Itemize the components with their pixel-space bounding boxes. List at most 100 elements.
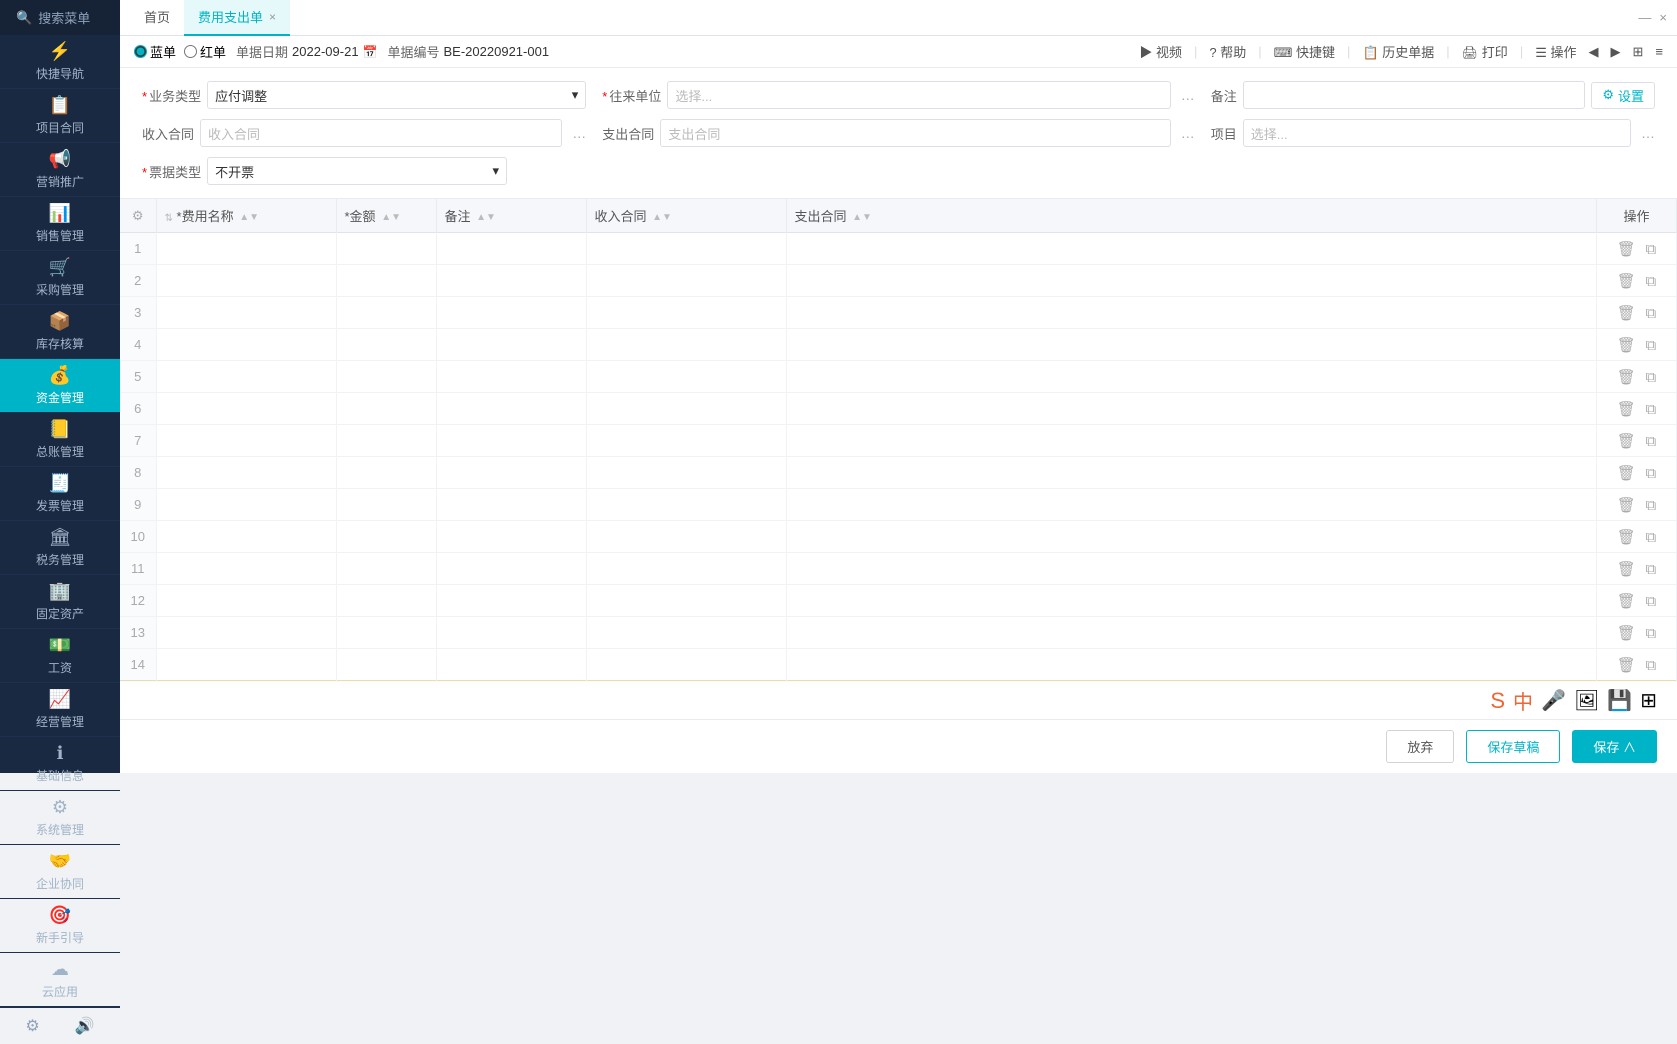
copy-row-button[interactable]: ⧉ (1642, 593, 1659, 610)
sidebar-item-purchase[interactable]: 🛒 采购管理 (0, 251, 120, 305)
delete-row-button[interactable]: 🗑 (1614, 560, 1639, 578)
save-icon2[interactable]: 💾 (1607, 688, 1632, 713)
amount-cell[interactable] (336, 233, 436, 265)
remark-cell[interactable] (436, 649, 586, 681)
save-draft-button[interactable]: 保存草稿 (1466, 730, 1560, 763)
expense-name-cell[interactable] (156, 297, 336, 329)
income-contract-cell[interactable] (586, 649, 786, 681)
sort-income-icon[interactable]: ▲▼ (652, 214, 672, 221)
delete-row-button[interactable]: 🗑 (1614, 496, 1639, 514)
video-btn[interactable]: ▶ 视频 (1139, 42, 1182, 61)
col-expense-name[interactable]: ⇅ *费用名称 ▲▼ (156, 199, 336, 233)
sidebar-item-new-guide[interactable]: 🎯 新手引导 (0, 899, 120, 953)
amount-cell[interactable] (336, 649, 436, 681)
project-more-btn[interactable]: … (1641, 125, 1655, 141)
income-contract-cell[interactable] (586, 265, 786, 297)
remark-cell[interactable] (436, 457, 586, 489)
amount-cell[interactable] (336, 393, 436, 425)
counterpart-select[interactable]: 选择... (667, 81, 1170, 109)
amount-cell[interactable] (336, 489, 436, 521)
print-btn[interactable]: 🖨 打印 (1462, 42, 1508, 61)
delete-row-button[interactable]: 🗑 (1614, 272, 1639, 290)
expense-name-cell[interactable] (156, 457, 336, 489)
delete-row-button[interactable]: 🗑 (1614, 368, 1639, 386)
sort-remark-icon[interactable]: ▲▼ (476, 214, 496, 221)
radio-blue-input[interactable] (134, 45, 147, 58)
expense-contract-cell[interactable] (786, 297, 1597, 329)
remark-cell[interactable] (436, 489, 586, 521)
remark-cell[interactable] (436, 617, 586, 649)
delete-row-button[interactable]: 🗑 (1614, 304, 1639, 322)
tab-expense[interactable]: 费用支出单 × (184, 0, 290, 36)
expense-name-cell[interactable] (156, 425, 336, 457)
expense-contract-cell[interactable] (786, 361, 1597, 393)
shortcut-btn[interactable]: ⌨ 快捷键 (1274, 42, 1335, 61)
volume-icon[interactable]: 🔊 (75, 1016, 95, 1036)
delete-row-button[interactable]: 🗑 (1614, 656, 1639, 674)
radio-red[interactable]: 红单 (184, 42, 226, 61)
sidebar-item-project-contract[interactable]: 📋 项目合同 (0, 89, 120, 143)
remark-cell[interactable] (436, 233, 586, 265)
income-contract-cell[interactable] (586, 329, 786, 361)
sort-expense-contract-icon[interactable]: ▲▼ (852, 214, 872, 221)
image-icon[interactable]: 🖼 (1574, 688, 1599, 713)
nav-right-icon[interactable]: ▶ (1611, 44, 1621, 60)
settings-icon[interactable]: ⚙ (25, 1016, 39, 1036)
copy-row-button[interactable]: ⧉ (1642, 465, 1659, 482)
expense-name-cell[interactable] (156, 361, 336, 393)
delete-row-button[interactable]: 🗑 (1614, 400, 1639, 418)
delete-row-button[interactable]: 🗑 (1614, 464, 1639, 482)
expense-contract-cell[interactable] (786, 617, 1597, 649)
table-wrapper[interactable]: ⚙ ⇅ *费用名称 ▲▼ *金额 ▲▼ 备注 ▲ (120, 199, 1677, 682)
collapse-icon[interactable]: ≡ (1655, 44, 1663, 59)
amount-cell[interactable] (336, 457, 436, 489)
sidebar-search[interactable]: 🔍 搜索菜单 (0, 0, 120, 35)
sidebar-item-basic-info[interactable]: ℹ 基础信息 (0, 737, 120, 791)
amount-cell[interactable] (336, 553, 436, 585)
sidebar-item-enterprise[interactable]: 🤝 企业协同 (0, 845, 120, 899)
delete-row-button[interactable]: 🗑 (1614, 624, 1639, 642)
radio-blue[interactable]: 蓝单 (134, 42, 176, 61)
sort-amount-icon[interactable]: ▲▼ (381, 214, 401, 221)
sidebar-item-cloud-app[interactable]: ☁ 云应用 (0, 953, 120, 1007)
sidebar-item-tax[interactable]: 🏛 税务管理 (0, 521, 120, 575)
sidebar-item-marketing[interactable]: 📢 营销推广 (0, 143, 120, 197)
expense-name-cell[interactable] (156, 521, 336, 553)
close-tab-icon[interactable]: × (269, 10, 276, 24)
col-expense-contract[interactable]: 支出合同 ▲▼ (786, 199, 1597, 233)
expand-icon[interactable]: ⊞ (1633, 44, 1644, 60)
delete-row-button[interactable]: 🗑 (1614, 240, 1639, 258)
copy-row-button[interactable]: ⧉ (1642, 529, 1659, 546)
income-contract-cell[interactable] (586, 457, 786, 489)
income-contract-cell[interactable] (586, 233, 786, 265)
amount-cell[interactable] (336, 265, 436, 297)
project-select[interactable]: 选择... (1243, 119, 1631, 147)
expense-name-cell[interactable] (156, 393, 336, 425)
sidebar-item-system[interactable]: ⚙ 系统管理 (0, 791, 120, 845)
expense-contract-cell[interactable] (786, 649, 1597, 681)
sidebar-item-accounting[interactable]: 📒 总账管理 (0, 413, 120, 467)
delete-row-button[interactable]: 🗑 (1614, 528, 1639, 546)
income-contract-cell[interactable] (586, 553, 786, 585)
copy-row-button[interactable]: ⧉ (1642, 369, 1659, 386)
income-contract-cell[interactable] (586, 425, 786, 457)
copy-row-button[interactable]: ⧉ (1642, 337, 1659, 354)
amount-cell[interactable] (336, 585, 436, 617)
expense-contract-more-btn[interactable]: … (1181, 125, 1195, 141)
amount-cell[interactable] (336, 617, 436, 649)
remark-cell[interactable] (436, 393, 586, 425)
income-contract-more-btn[interactable]: … (572, 125, 586, 141)
copy-row-button[interactable]: ⧉ (1642, 657, 1659, 674)
copy-row-button[interactable]: ⧉ (1642, 497, 1659, 514)
copy-row-button[interactable]: ⧉ (1642, 241, 1659, 258)
close-icon[interactable]: × (1659, 10, 1667, 25)
remark-cell[interactable] (436, 521, 586, 553)
counterpart-more-btn[interactable]: … (1181, 87, 1195, 103)
expense-contract-cell[interactable] (786, 265, 1597, 297)
income-contract-cell[interactable] (586, 361, 786, 393)
expense-name-cell[interactable] (156, 489, 336, 521)
expense-name-cell[interactable] (156, 233, 336, 265)
help-btn[interactable]: ? 帮助 (1209, 42, 1246, 61)
income-contract-cell[interactable] (586, 489, 786, 521)
expense-contract-cell[interactable] (786, 393, 1597, 425)
